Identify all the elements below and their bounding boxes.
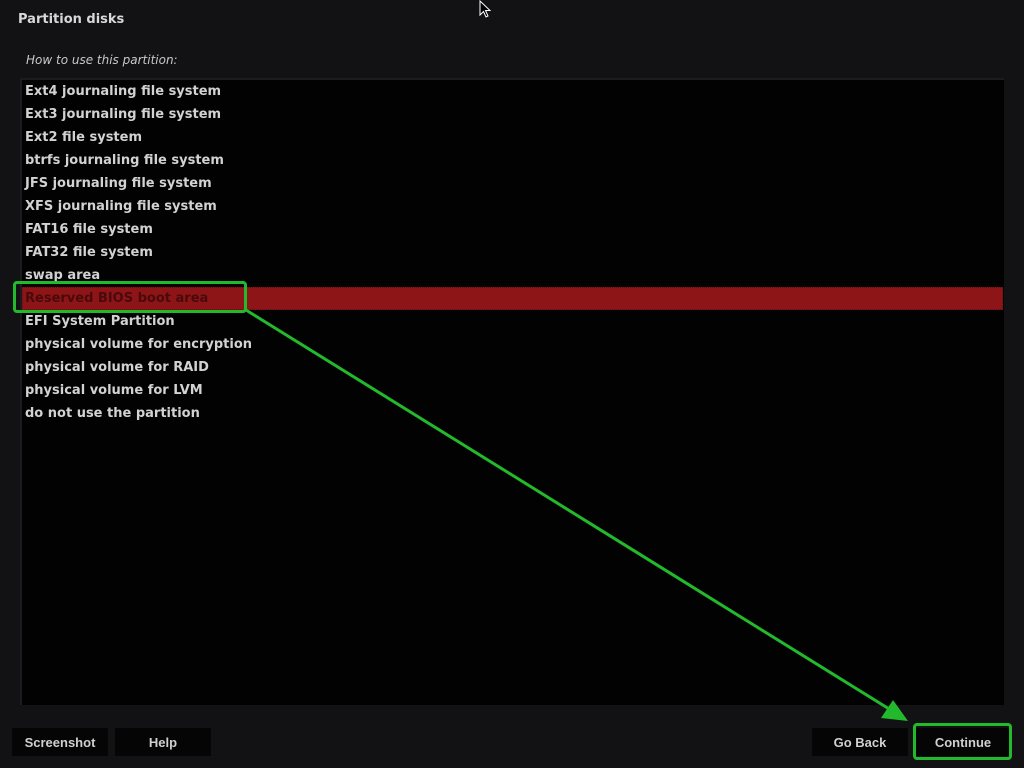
go-back-button[interactable]: Go Back — [812, 728, 908, 756]
list-item[interactable]: XFS journaling file system — [22, 195, 1003, 218]
list-item[interactable]: btrfs journaling file system — [22, 149, 1003, 172]
partition-usage-prompt: How to use this partition: — [26, 53, 178, 67]
list-item[interactable]: FAT16 file system — [22, 218, 1003, 241]
list-item[interactable]: Ext2 file system — [22, 126, 1003, 149]
list-item[interactable]: swap area — [22, 264, 1003, 287]
list-item[interactable]: Ext4 journaling file system — [22, 80, 1003, 103]
installer-screen: Partition disks How to use this partitio… — [0, 0, 1024, 768]
list-item[interactable]: physical volume for LVM — [22, 379, 1003, 402]
list-item[interactable]: JFS journaling file system — [22, 172, 1003, 195]
list-item[interactable]: Ext3 journaling file system — [22, 103, 1003, 126]
screenshot-button[interactable]: Screenshot — [12, 728, 108, 756]
list-item[interactable]: FAT32 file system — [22, 241, 1003, 264]
list-item[interactable]: do not use the partition — [22, 402, 1003, 425]
list-item[interactable]: EFI System Partition — [22, 310, 1003, 333]
partition-usage-list[interactable]: Ext4 journaling file system Ext3 journali… — [20, 78, 1004, 705]
continue-button[interactable]: Continue — [915, 728, 1011, 756]
list-item[interactable]: physical volume for RAID — [22, 356, 1003, 379]
list-item[interactable]: physical volume for encryption — [22, 333, 1003, 356]
page-title: Partition disks — [18, 12, 125, 27]
help-button[interactable]: Help — [115, 728, 211, 756]
list-item-selected[interactable]: Reserved BIOS boot area — [22, 287, 1003, 310]
mouse-pointer-icon — [479, 0, 492, 18]
